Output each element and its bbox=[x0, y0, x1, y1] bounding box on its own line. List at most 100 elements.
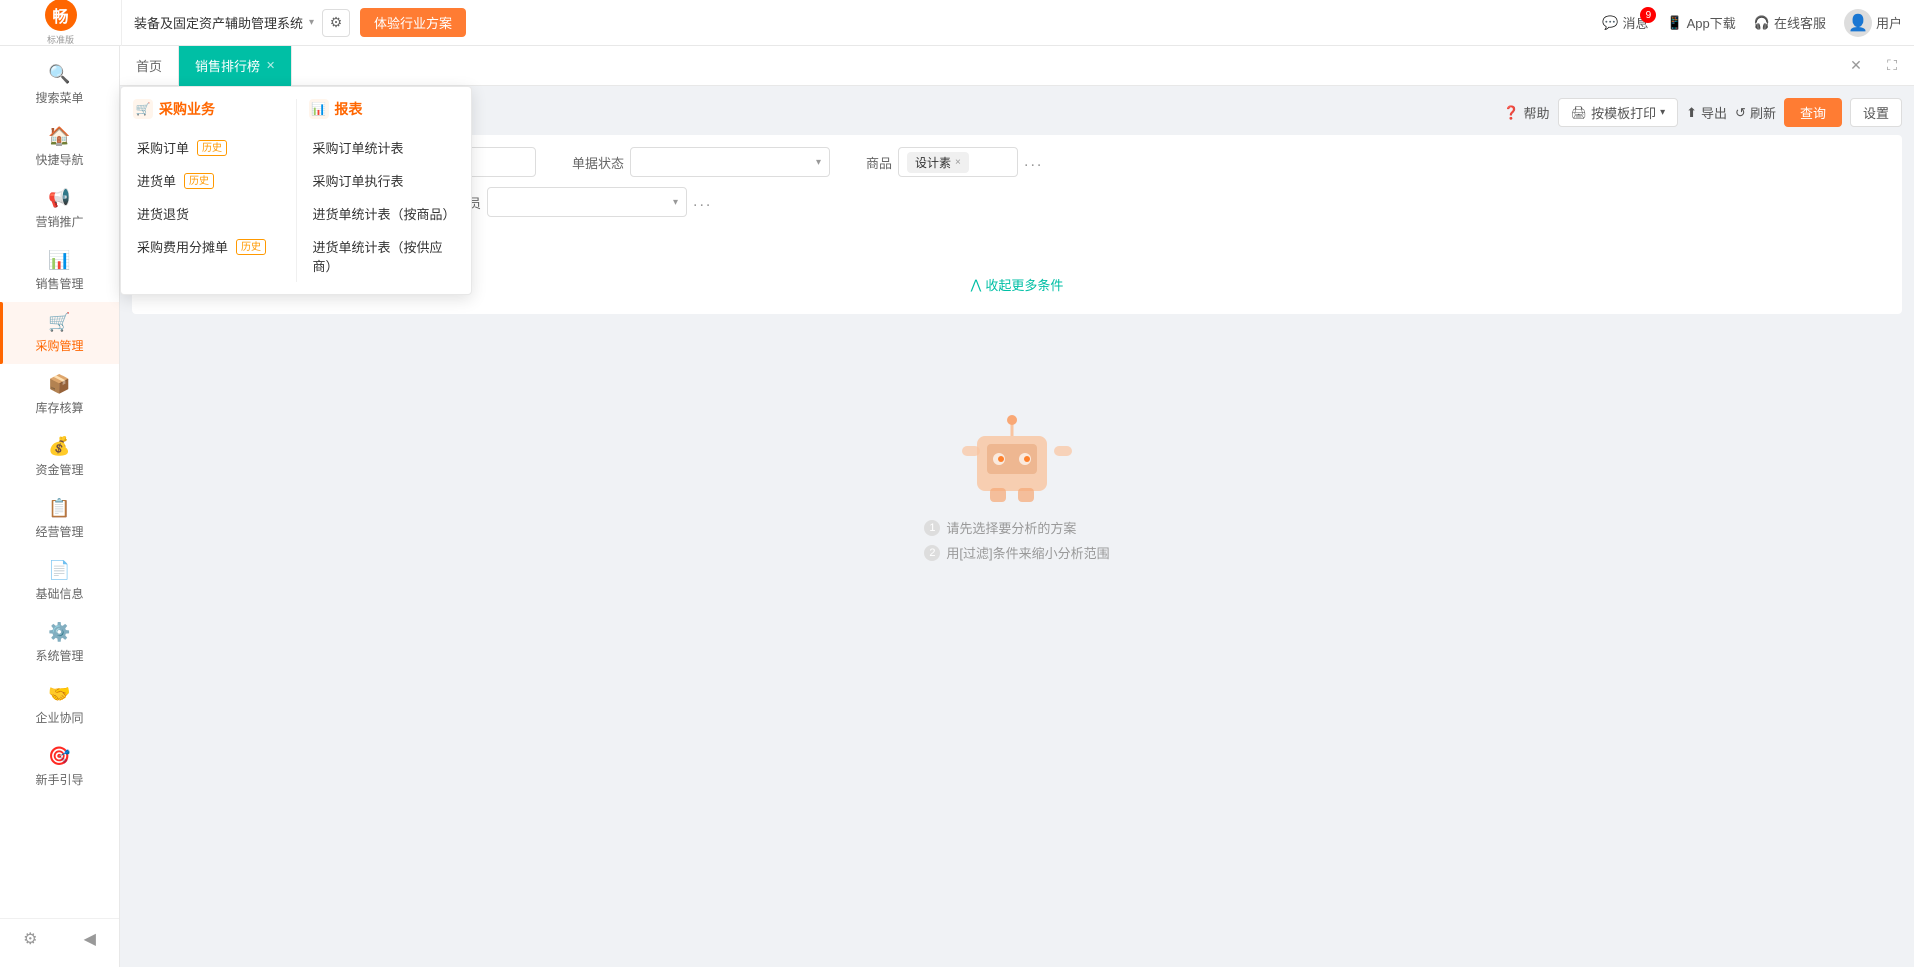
guide-icon: 🎯 bbox=[48, 746, 70, 767]
tab-home-label: 首页 bbox=[136, 56, 162, 75]
sidebar-settings-icon[interactable]: ⚙ bbox=[23, 929, 37, 949]
home-icon: 🏠 bbox=[48, 126, 70, 147]
tab-close-all-icon[interactable]: ✕ bbox=[1842, 52, 1870, 80]
report-col-title: 报表 bbox=[335, 99, 363, 119]
goods-select[interactable]: 设计素 × bbox=[898, 147, 1018, 177]
refresh-btn[interactable]: ↺ 刷新 bbox=[1735, 103, 1776, 122]
salesperson-select[interactable]: ▾ bbox=[487, 187, 687, 217]
online-service-btn[interactable]: 🎧 在线客服 bbox=[1754, 13, 1826, 32]
dropdown-item-goods-return[interactable]: 进货退货 bbox=[133, 197, 284, 230]
sidebar-collapse-icon[interactable]: ◀ bbox=[84, 929, 96, 949]
app-download-btn[interactable]: 📱 App下载 bbox=[1666, 13, 1735, 32]
empty-step2-row: 2 用[过滤]条件来缩小分析范围 bbox=[924, 543, 1109, 562]
help-icon: ❓ bbox=[1503, 105, 1519, 121]
goods-filter-ellipsis[interactable]: ... bbox=[1024, 153, 1043, 171]
user-menu-btn[interactable]: 👤 用户 bbox=[1844, 9, 1902, 37]
settings-btn[interactable]: 设置 bbox=[1850, 98, 1902, 127]
tab-close-icon[interactable]: ✕ bbox=[266, 59, 275, 72]
logo-text: 标准版 bbox=[47, 33, 74, 46]
sidebar-item-label: 库存核算 bbox=[35, 399, 83, 416]
dropdown-item-purchase-order[interactable]: 采购订单 历史 bbox=[133, 131, 284, 164]
collapse-label: 收起更多条件 bbox=[985, 275, 1063, 294]
sidebar-item-label: 经营管理 bbox=[35, 523, 83, 540]
print-btn[interactable]: 🖨 按模板打印 ▾ bbox=[1558, 98, 1679, 127]
sidebar-item-basic-info[interactable]: 📄 基础信息 bbox=[0, 550, 119, 612]
export-btn[interactable]: ⬆ 导出 bbox=[1686, 103, 1727, 122]
finance-icon: 💰 bbox=[48, 436, 70, 457]
messages-btn[interactable]: 💬 消息 9 bbox=[1602, 13, 1648, 32]
purchase-order-exec-label: 采购订单执行表 bbox=[313, 171, 404, 190]
title-arrow-icon: ▾ bbox=[309, 17, 314, 28]
online-service-label: 在线客服 bbox=[1774, 13, 1826, 32]
headset-icon: 🎧 bbox=[1754, 15, 1770, 31]
operations-icon: 📋 bbox=[48, 498, 70, 519]
industry-btn[interactable]: 体验行业方案 bbox=[360, 8, 466, 37]
goods-receipt-stat-supplier-label: 进货单统计表（按供应商） bbox=[313, 237, 456, 275]
phone-icon: 📱 bbox=[1666, 15, 1682, 31]
dropdown-purchase-header: 🛒 采购业务 bbox=[133, 99, 284, 127]
dropdown-item-purchase-order-exec[interactable]: 采购订单执行表 bbox=[309, 164, 460, 197]
purchase-expense-label: 采购费用分摊单 bbox=[137, 237, 228, 256]
sales-icon: 📊 bbox=[48, 250, 70, 271]
sidebar-item-guide[interactable]: 🎯 新手引导 bbox=[0, 736, 119, 798]
tab-sales-ranking[interactable]: 销售排行榜 ✕ bbox=[179, 46, 292, 86]
tab-sales-ranking-label: 销售排行榜 bbox=[195, 56, 260, 75]
dropdown-item-purchase-expense[interactable]: 采购费用分摊单 历史 bbox=[133, 230, 284, 263]
dropdown-item-purchase-order-stat[interactable]: 采购订单统计表 bbox=[309, 131, 460, 164]
empty-step1-row: 1 请先选择要分析的方案 bbox=[924, 518, 1076, 537]
sidebar-item-label: 基础信息 bbox=[35, 585, 83, 602]
sidebar-item-system[interactable]: ⚙️ 系统管理 bbox=[0, 612, 119, 674]
sidebar-item-quick-nav[interactable]: 🏠 快捷导航 bbox=[0, 116, 119, 178]
dropdown-purchase-col: 🛒 采购业务 采购订单 历史 进货单 历史 进货退货 采购费用分摊单 历史 bbox=[121, 99, 296, 282]
purchase-order-stat-label: 采购订单统计表 bbox=[313, 138, 404, 157]
doc-status-label: 单据状态 bbox=[572, 153, 624, 172]
sidebar-item-label: 资金管理 bbox=[35, 461, 83, 478]
sidebar-item-label: 搜索菜单 bbox=[35, 89, 83, 106]
goods-tag: 设计素 × bbox=[907, 152, 969, 173]
refresh-icon: ↺ bbox=[1735, 105, 1746, 121]
sidebar-item-inventory[interactable]: 📦 库存核算 bbox=[0, 364, 119, 426]
sidebar-item-operations[interactable]: 📋 经营管理 bbox=[0, 488, 119, 550]
goods-receipt-label: 进货单 bbox=[137, 171, 176, 190]
sidebar-item-sales[interactable]: 📊 销售管理 bbox=[0, 240, 119, 302]
sidebar-item-enterprise[interactable]: 🤝 企业协同 bbox=[0, 674, 119, 736]
inventory-icon: 📦 bbox=[48, 374, 70, 395]
doc-status-arrow-icon: ▾ bbox=[816, 157, 821, 168]
search-icon: 🔍 bbox=[48, 64, 70, 85]
sidebar-item-label: 销售管理 bbox=[35, 275, 83, 292]
basic-info-icon: 📄 bbox=[48, 560, 70, 581]
logo-icon: 畅 bbox=[45, 0, 77, 31]
help-btn[interactable]: ❓ 帮助 bbox=[1503, 103, 1549, 122]
sidebar-item-finance[interactable]: 💰 资金管理 bbox=[0, 426, 119, 488]
help-label: 帮助 bbox=[1524, 103, 1550, 122]
dropdown-item-goods-receipt-stat-supplier[interactable]: 进货单统计表（按供应商） bbox=[309, 230, 460, 282]
sidebar-item-search[interactable]: 🔍 搜索菜单 bbox=[0, 54, 119, 116]
logo: 畅 标准版 bbox=[12, 0, 122, 46]
goods-tag-close-icon[interactable]: × bbox=[955, 157, 961, 168]
message-icon: 💬 bbox=[1602, 15, 1618, 31]
system-icon: ⚙️ bbox=[48, 622, 70, 643]
sidebar-item-label: 营销推广 bbox=[35, 213, 83, 230]
sidebar-item-purchase[interactable]: 🛒 采购管理 bbox=[0, 302, 119, 364]
purchase-expense-hist: 历史 bbox=[236, 239, 266, 255]
settings-icon[interactable]: ⚙ bbox=[322, 9, 350, 37]
messages-badge: 9 bbox=[1640, 7, 1656, 23]
sidebar-item-label: 快捷导航 bbox=[35, 151, 83, 168]
enterprise-icon: 🤝 bbox=[48, 684, 70, 705]
tab-home[interactable]: 首页 bbox=[120, 46, 179, 86]
dropdown-item-goods-receipt[interactable]: 进货单 历史 bbox=[133, 164, 284, 197]
dropdown-menu: 🛒 采购业务 采购订单 历史 进货单 历史 进货退货 采购费用分摊单 历史 📊 … bbox=[120, 86, 472, 295]
query-btn[interactable]: 查询 bbox=[1784, 98, 1842, 127]
topbar-right: 💬 消息 9 📱 App下载 🎧 在线客服 👤 用户 bbox=[1602, 9, 1902, 37]
empty-step1-text: 请先选择要分析的方案 bbox=[946, 518, 1076, 537]
goods-label: 商品 bbox=[866, 153, 892, 172]
goods-tag-text: 设计素 bbox=[915, 154, 951, 171]
dropdown-item-goods-receipt-stat-goods[interactable]: 进货单统计表（按商品） bbox=[309, 197, 460, 230]
salesperson-filter-ellipsis[interactable]: ... bbox=[693, 193, 712, 211]
tab-expand-icon[interactable]: ⛶ bbox=[1878, 52, 1906, 80]
doc-status-select[interactable]: ▾ bbox=[630, 147, 830, 177]
goods-return-label: 进货退货 bbox=[137, 204, 189, 223]
sidebar-item-marketing[interactable]: 📢 营销推广 bbox=[0, 178, 119, 240]
purchase-col-title: 采购业务 bbox=[159, 99, 215, 119]
sidebar-item-label: 企业协同 bbox=[35, 709, 83, 726]
